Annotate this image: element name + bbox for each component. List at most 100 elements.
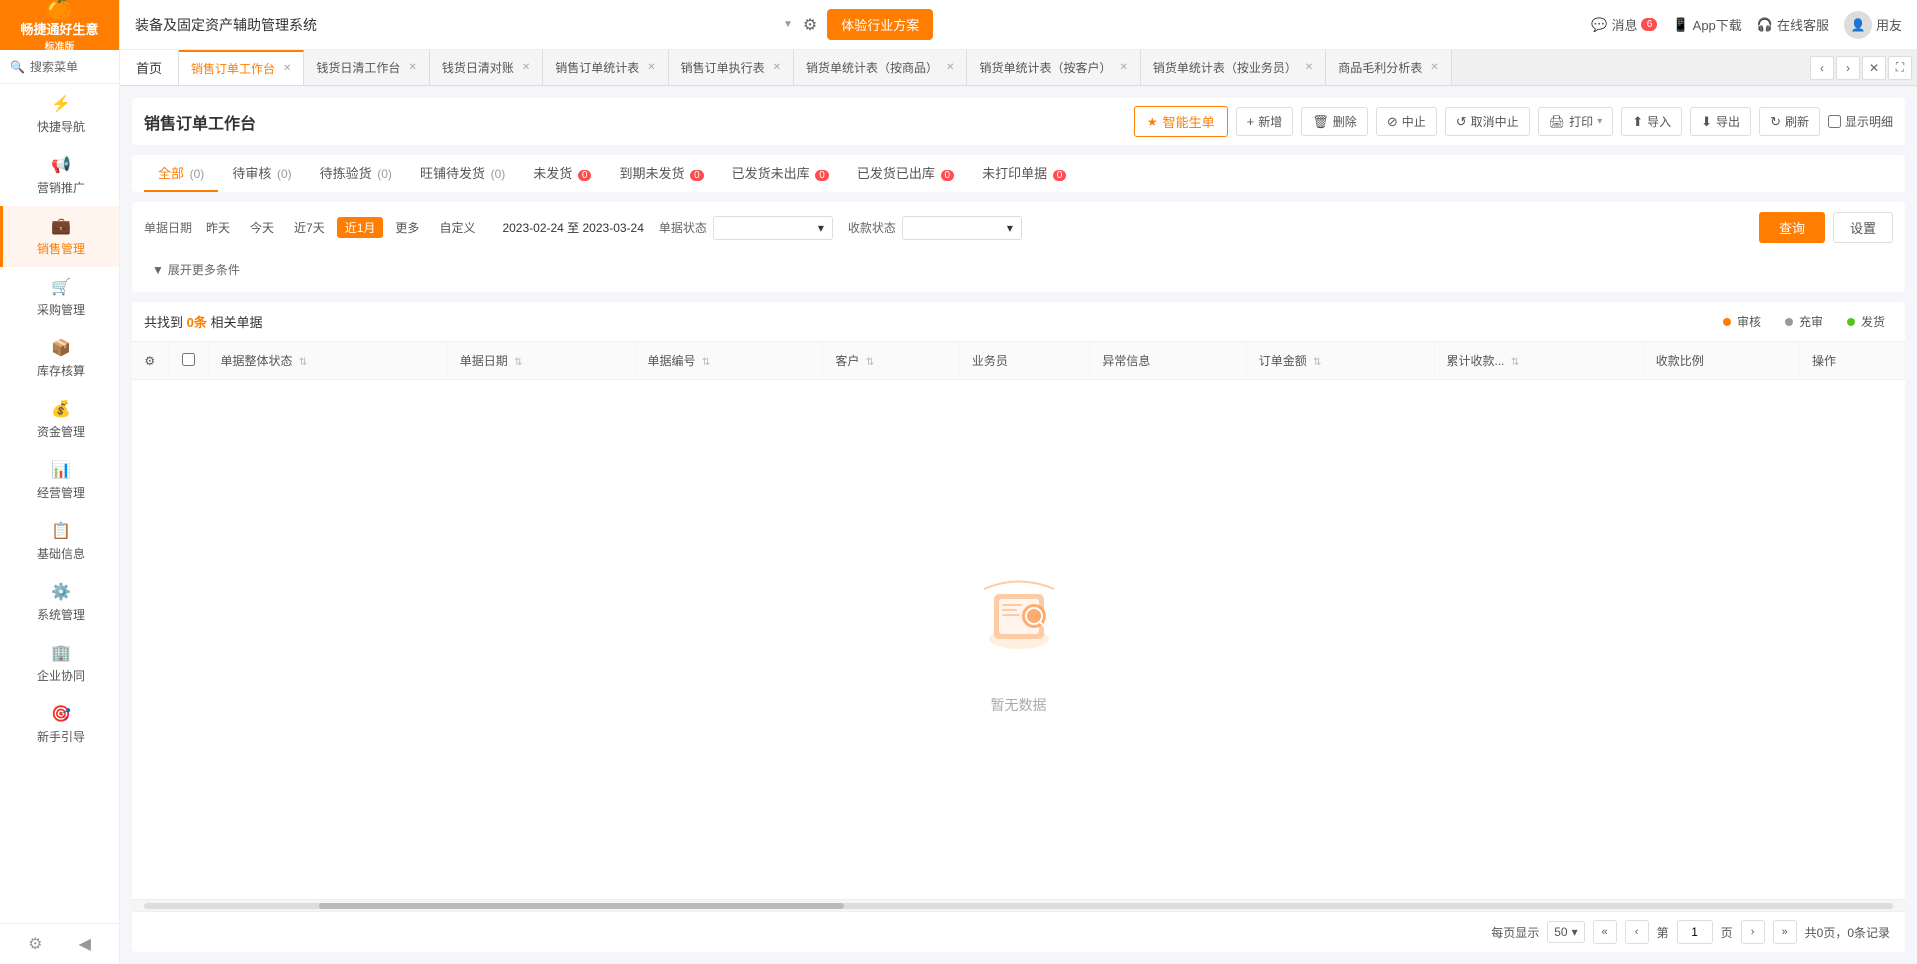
tab-next-btn[interactable]: › bbox=[1836, 56, 1860, 80]
tab-sales-summary-customer-close[interactable]: ✕ bbox=[1119, 62, 1127, 73]
tab-sales-summary-product[interactable]: 销货单统计表（按商品） ✕ bbox=[794, 50, 967, 85]
sidebar-item-quick-nav[interactable]: ⚡ 快捷导航 bbox=[0, 84, 119, 145]
filter-tab-not-printed[interactable]: 未打印单据 0 bbox=[968, 155, 1080, 192]
filter-tab-all[interactable]: 全部 (0) bbox=[144, 155, 218, 192]
last-page-button[interactable]: » bbox=[1773, 920, 1797, 944]
refresh-button[interactable]: ↻ 刷新 bbox=[1759, 107, 1820, 136]
tab-sales-summary-product-close[interactable]: ✕ bbox=[946, 62, 954, 73]
import-button[interactable]: ⬆ 导入 bbox=[1621, 107, 1682, 136]
tab-sales-stats-close[interactable]: ✕ bbox=[647, 62, 655, 73]
tab-close-all-btn[interactable]: ✕ bbox=[1862, 56, 1886, 80]
scroll-thumb[interactable] bbox=[319, 903, 844, 909]
revoke-action-btn[interactable]: 充审 bbox=[1777, 310, 1831, 333]
sidebar-item-operations[interactable]: 📊 经营管理 bbox=[0, 450, 119, 511]
scroll-area[interactable] bbox=[132, 899, 1905, 911]
add-button[interactable]: + 新增 bbox=[1236, 107, 1294, 136]
select-all-checkbox[interactable] bbox=[182, 353, 195, 366]
tab-gross-profit-close[interactable]: ✕ bbox=[1430, 62, 1438, 73]
dropdown-icon[interactable]: ▼ bbox=[783, 19, 793, 30]
review-action-btn[interactable]: 审核 bbox=[1715, 310, 1769, 333]
cancel-stop-button[interactable]: ↺ 取消中止 bbox=[1445, 107, 1530, 136]
sidebar-item-sales[interactable]: 💼 销售管理 bbox=[0, 206, 119, 267]
tab-cash-reconcile[interactable]: 钱货日清对账 ✕ bbox=[430, 50, 543, 85]
settings-icon[interactable]: ⚙ bbox=[28, 934, 42, 954]
settings-topbar-icon[interactable]: ⚙ bbox=[803, 15, 817, 35]
sidebar-item-marketing[interactable]: 📢 营销推广 bbox=[0, 145, 119, 206]
tab-prev-btn[interactable]: ‹ bbox=[1810, 56, 1834, 80]
tab-sales-workbench-close[interactable]: ✕ bbox=[283, 63, 291, 74]
filter-tab-overdue-not-shipped[interactable]: 到期未发货 0 bbox=[605, 155, 717, 192]
sidebar-search[interactable]: 🔍 搜索菜单 bbox=[0, 50, 119, 84]
tab-maximize-btn[interactable]: ⛶ bbox=[1888, 56, 1912, 80]
tab-gross-profit[interactable]: 商品毛利分析表 ✕ bbox=[1326, 50, 1451, 85]
stop-button[interactable]: ⊘ 中止 bbox=[1376, 107, 1437, 136]
tab-sales-stats[interactable]: 销售订单统计表 ✕ bbox=[543, 50, 668, 85]
ship-dot bbox=[1847, 318, 1855, 326]
next-page-button[interactable]: › bbox=[1741, 920, 1765, 944]
date-option-custom[interactable]: 自定义 bbox=[431, 217, 483, 238]
industry-solution-button[interactable]: 体验行业方案 bbox=[827, 9, 933, 40]
date-option-today[interactable]: 今天 bbox=[242, 217, 282, 238]
sidebar-item-basic-info[interactable]: 📋 基础信息 bbox=[0, 511, 119, 572]
sidebar-item-purchase[interactable]: 🛒 采购管理 bbox=[0, 267, 119, 328]
date-option-1month[interactable]: 近1月 bbox=[337, 217, 384, 238]
sidebar-item-inventory[interactable]: 📦 库存核算 bbox=[0, 328, 119, 389]
col-settings[interactable]: ⚙ bbox=[132, 342, 168, 380]
date-option-yesterday[interactable]: 昨天 bbox=[198, 217, 238, 238]
col-customer-sort[interactable]: ⇅ bbox=[866, 357, 874, 368]
sidebar-item-finance[interactable]: 💰 资金管理 bbox=[0, 389, 119, 450]
table-scroll-container[interactable]: ⚙ 单据整体状态 ⇅ 单据日期 ⇅ 单据编号 bbox=[132, 342, 1905, 380]
filter-tab-shipped-warehoused[interactable]: 已发货已出库 0 bbox=[843, 155, 968, 192]
delete-button[interactable]: 🗑 删除 bbox=[1301, 107, 1368, 136]
tab-sales-workbench[interactable]: 销售订单工作台 ✕ bbox=[179, 50, 304, 85]
detail-checkbox[interactable] bbox=[1828, 115, 1841, 128]
app-download-action[interactable]: 📱 App下载 bbox=[1672, 15, 1741, 34]
sidebar-item-enterprise[interactable]: 🏢 企业协同 bbox=[0, 633, 119, 694]
filter-tab-pending-inspect[interactable]: 待拣验货 (0) bbox=[306, 155, 406, 192]
message-action[interactable]: 💬 消息 6 bbox=[1591, 15, 1657, 34]
tab-sales-exec[interactable]: 销售订单执行表 ✕ bbox=[669, 50, 794, 85]
date-option-more[interactable]: 更多 bbox=[387, 217, 427, 238]
page-number-input[interactable] bbox=[1677, 920, 1713, 944]
prev-page-button[interactable]: ‹ bbox=[1625, 920, 1649, 944]
export-button[interactable]: ⬇ 导出 bbox=[1690, 107, 1751, 136]
tab-sales-summary-staff-close[interactable]: ✕ bbox=[1305, 62, 1313, 73]
detail-toggle[interactable]: 显示明细 bbox=[1828, 113, 1893, 130]
tab-sales-summary-customer[interactable]: 销货单统计表（按客户） ✕ bbox=[967, 50, 1140, 85]
filter-tab-not-shipped[interactable]: 未发货 0 bbox=[519, 155, 605, 192]
date-option-7days[interactable]: 近7天 bbox=[286, 217, 333, 238]
tab-sales-summary-staff[interactable]: 销货单统计表（按业务员） ✕ bbox=[1141, 50, 1326, 85]
col-amount-sort[interactable]: ⇅ bbox=[1313, 357, 1321, 368]
tab-cash-daily[interactable]: 钱货日清工作台 ✕ bbox=[304, 50, 429, 85]
status-select-arrow: ▾ bbox=[818, 221, 824, 235]
tab-cash-daily-close[interactable]: ✕ bbox=[408, 62, 416, 73]
set-button[interactable]: 设置 bbox=[1833, 212, 1893, 243]
online-service-action[interactable]: 🎧 在线客服 bbox=[1757, 15, 1829, 34]
payment-select[interactable]: ▾ bbox=[902, 216, 1022, 240]
col-date-sort[interactable]: ⇅ bbox=[514, 357, 522, 368]
ship-action-btn[interactable]: 发货 bbox=[1839, 310, 1893, 333]
status-select[interactable]: ▾ bbox=[713, 216, 833, 240]
col-check[interactable] bbox=[168, 342, 208, 380]
expand-filter-button[interactable]: ▼ 展开更多条件 bbox=[144, 257, 248, 282]
sidebar-item-system[interactable]: ⚙️ 系统管理 bbox=[0, 572, 119, 633]
tab-home[interactable]: 首页 bbox=[120, 50, 179, 85]
filter-tab-wangpu[interactable]: 旺铺待发货 (0) bbox=[406, 155, 519, 192]
filter-tab-shipped-not-warehoused[interactable]: 已发货未出库 0 bbox=[718, 155, 843, 192]
smart-create-button[interactable]: ★ 智能生单 bbox=[1134, 106, 1228, 137]
first-page-button[interactable]: « bbox=[1593, 920, 1617, 944]
col-collected-sort[interactable]: ⇅ bbox=[1511, 357, 1519, 368]
query-button[interactable]: 查询 bbox=[1759, 212, 1825, 243]
sidebar-item-guide[interactable]: 🎯 新手引导 bbox=[0, 694, 119, 755]
scroll-track[interactable] bbox=[144, 903, 1893, 909]
col-status-sort[interactable]: ⇅ bbox=[299, 357, 307, 368]
tab-sales-exec-close[interactable]: ✕ bbox=[773, 62, 781, 73]
tab-cash-reconcile-close[interactable]: ✕ bbox=[522, 62, 530, 73]
user-action[interactable]: 👤 用友 bbox=[1844, 11, 1902, 39]
page-size-select[interactable]: 50 ▾ bbox=[1547, 921, 1584, 943]
collapse-icon[interactable]: ◀ bbox=[79, 934, 91, 954]
page-size-label: 每页显示 bbox=[1491, 924, 1539, 941]
print-button[interactable]: 🖨 打印 ▾ bbox=[1538, 107, 1614, 136]
filter-tab-pending-review[interactable]: 待审核 (0) bbox=[218, 155, 305, 192]
col-number-sort[interactable]: ⇅ bbox=[702, 357, 710, 368]
